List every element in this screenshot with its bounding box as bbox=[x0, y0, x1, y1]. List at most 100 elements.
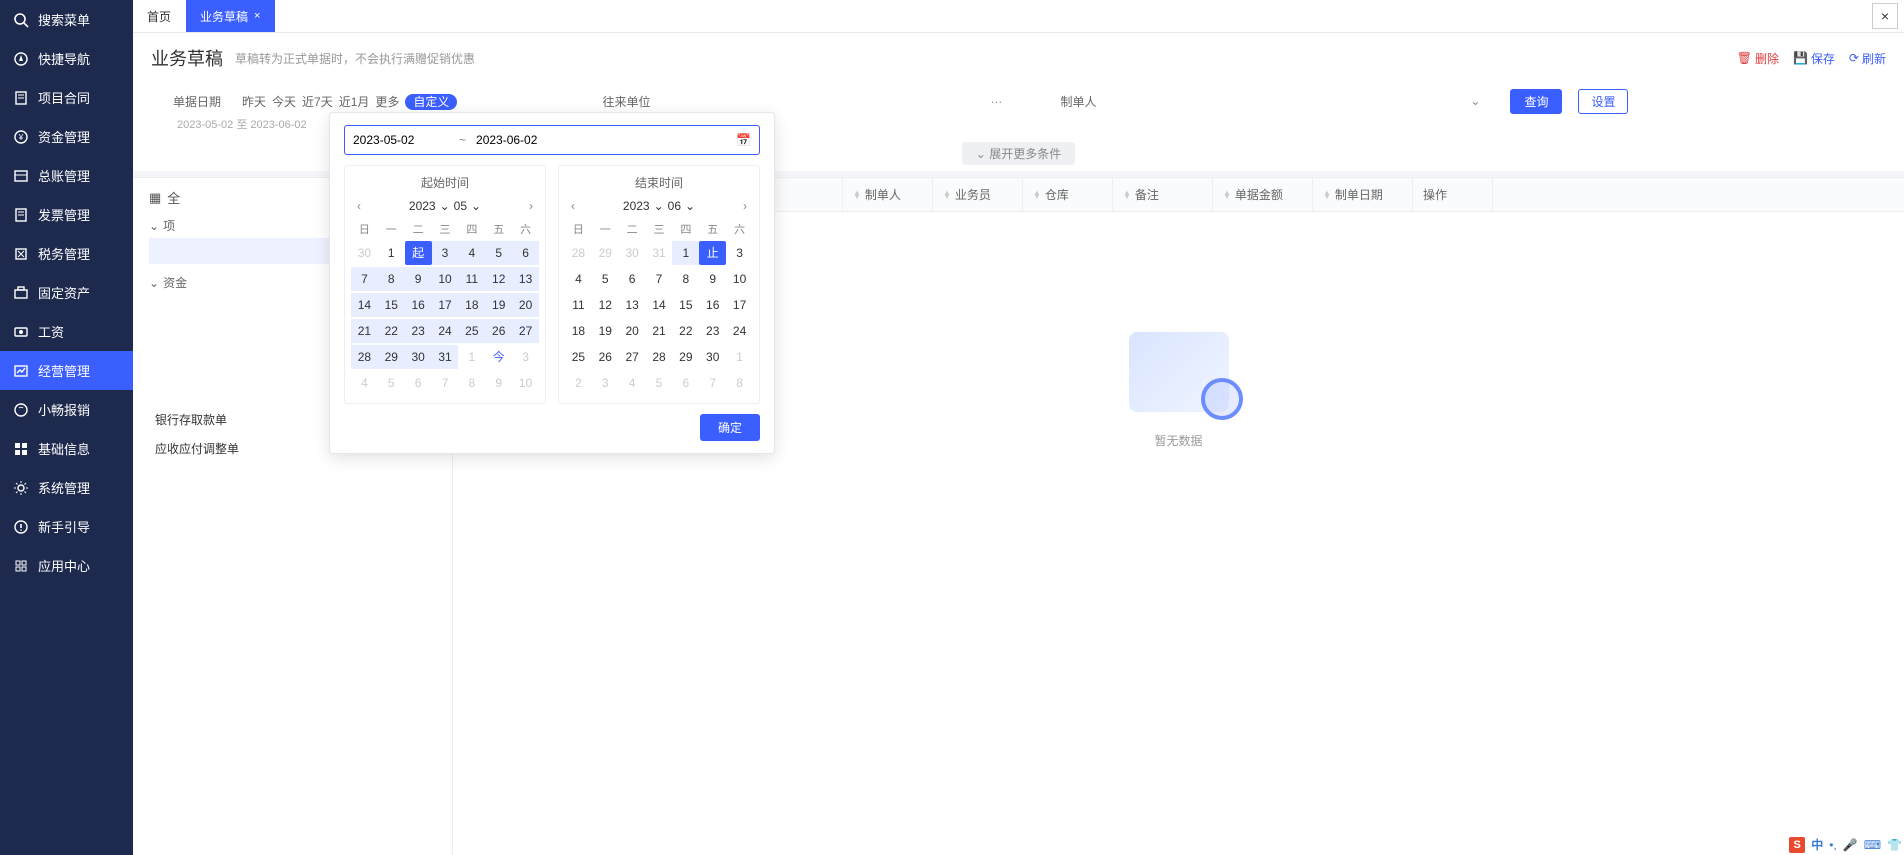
calendar-day[interactable]: 31 bbox=[646, 241, 673, 265]
end-date-input[interactable] bbox=[476, 133, 572, 147]
calendar-day[interactable]: 起 bbox=[405, 241, 432, 265]
calendar-icon[interactable]: 📅 bbox=[736, 133, 751, 147]
delete-action[interactable]: 🗑 删除 bbox=[1737, 50, 1779, 67]
calendar-day[interactable]: 20 bbox=[512, 293, 539, 317]
calendar-day[interactable]: 16 bbox=[699, 293, 726, 317]
date-shortcut[interactable]: 近7天 bbox=[302, 95, 333, 109]
calendar-day[interactable]: 24 bbox=[726, 319, 753, 343]
expand-conditions-button[interactable]: ⌄ 展开更多条件 bbox=[962, 142, 1075, 165]
sidebar-item-guide[interactable]: 新手引导 bbox=[0, 507, 133, 546]
start-date-input[interactable] bbox=[353, 133, 449, 147]
calendar-day[interactable]: 9 bbox=[699, 267, 726, 291]
column-header[interactable]: 操作 bbox=[1413, 178, 1493, 211]
calendar-day[interactable]: 1 bbox=[672, 241, 699, 265]
sidebar-item-ledger[interactable]: 总账管理 bbox=[0, 156, 133, 195]
tab-首页[interactable]: 首页 bbox=[133, 0, 186, 32]
calendar-day[interactable]: 28 bbox=[646, 345, 673, 369]
maker-input[interactable] bbox=[1126, 90, 1456, 113]
calendar-day[interactable]: 27 bbox=[619, 345, 646, 369]
calendar-day[interactable]: 7 bbox=[646, 267, 673, 291]
calendar-day[interactable]: 1 bbox=[726, 345, 753, 369]
sort-icon[interactable]: ▲▼ bbox=[1123, 191, 1131, 199]
maker-dropdown-icon[interactable]: ⌄ bbox=[1470, 94, 1480, 108]
calendar-day[interactable]: 11 bbox=[565, 293, 592, 317]
sidebar-item-info[interactable]: 基础信息 bbox=[0, 429, 133, 468]
query-button[interactable]: 查询 bbox=[1510, 89, 1562, 114]
calendar-day[interactable]: 3 bbox=[432, 241, 459, 265]
partner-picker-icon[interactable]: … bbox=[990, 92, 1002, 106]
column-header[interactable]: ▲▼业务员 bbox=[933, 178, 1023, 211]
calendar-day[interactable]: 18 bbox=[565, 319, 592, 343]
sidebar-item-apps[interactable]: 应用中心 bbox=[0, 546, 133, 585]
calendar-day[interactable]: 8 bbox=[726, 371, 753, 395]
calendar-day[interactable]: 2 bbox=[565, 371, 592, 395]
calendar-day[interactable]: 21 bbox=[646, 319, 673, 343]
calendar-day[interactable]: 19 bbox=[592, 319, 619, 343]
calendar-day[interactable]: 29 bbox=[672, 345, 699, 369]
sidebar-item-asset[interactable]: 固定资产 bbox=[0, 273, 133, 312]
calendar-day[interactable]: 28 bbox=[351, 345, 378, 369]
calendar-day[interactable]: 14 bbox=[646, 293, 673, 317]
calendar-day[interactable]: 5 bbox=[378, 371, 405, 395]
calendar-day[interactable]: 3 bbox=[512, 345, 539, 369]
tab-close-button[interactable]: × bbox=[1872, 3, 1898, 29]
calendar-day[interactable]: 29 bbox=[592, 241, 619, 265]
close-icon[interactable]: × bbox=[254, 10, 260, 22]
calendar-day[interactable]: 4 bbox=[619, 371, 646, 395]
calendar-day[interactable]: 8 bbox=[378, 267, 405, 291]
calendar-day[interactable]: 30 bbox=[351, 241, 378, 265]
calendar-day[interactable]: 13 bbox=[619, 293, 646, 317]
calendar-day[interactable]: 26 bbox=[485, 319, 512, 343]
sidebar-item-contract[interactable]: 项目合同 bbox=[0, 78, 133, 117]
calendar-day[interactable]: 28 bbox=[565, 241, 592, 265]
calendar-day[interactable]: 15 bbox=[672, 293, 699, 317]
calendar-day[interactable]: 10 bbox=[512, 371, 539, 395]
next-month-icon[interactable]: › bbox=[523, 197, 539, 215]
calendar-day[interactable]: 10 bbox=[726, 267, 753, 291]
calendar-day[interactable]: 14 bbox=[351, 293, 378, 317]
sidebar-item-compass[interactable]: 快捷导航 bbox=[0, 39, 133, 78]
calendar-day[interactable]: 9 bbox=[405, 267, 432, 291]
calendar-day[interactable]: 5 bbox=[485, 241, 512, 265]
calendar-day[interactable]: 7 bbox=[432, 371, 459, 395]
calendar-day[interactable]: 21 bbox=[351, 319, 378, 343]
calendar-day[interactable]: 29 bbox=[378, 345, 405, 369]
settings-button[interactable]: 设置 bbox=[1578, 89, 1628, 114]
calendar-day[interactable]: 22 bbox=[378, 319, 405, 343]
calendar-day[interactable]: 15 bbox=[378, 293, 405, 317]
calendar-day[interactable]: 止 bbox=[699, 241, 726, 265]
calendar-day[interactable]: 20 bbox=[619, 319, 646, 343]
calendar-day[interactable]: 6 bbox=[619, 267, 646, 291]
column-header[interactable]: ▲▼制单人 bbox=[843, 178, 933, 211]
date-shortcut[interactable]: 自定义 bbox=[405, 94, 457, 110]
calendar-day[interactable]: 1 bbox=[458, 345, 485, 369]
sidebar-item-money[interactable]: ¥资金管理 bbox=[0, 117, 133, 156]
column-header[interactable]: ▲▼单据金额 bbox=[1213, 178, 1313, 211]
calendar-day[interactable]: 12 bbox=[485, 267, 512, 291]
calendar-day[interactable]: 11 bbox=[458, 267, 485, 291]
calendar-day[interactable]: 27 bbox=[512, 319, 539, 343]
calendar-day[interactable]: 30 bbox=[699, 345, 726, 369]
sidebar-item-salary[interactable]: 工资 bbox=[0, 312, 133, 351]
calendar-day[interactable]: 25 bbox=[458, 319, 485, 343]
column-header[interactable]: ▲▼仓库 bbox=[1023, 178, 1113, 211]
calendar-day[interactable]: 16 bbox=[405, 293, 432, 317]
sort-icon[interactable]: ▲▼ bbox=[943, 191, 951, 199]
date-shortcut[interactable]: 近1月 bbox=[339, 95, 370, 109]
sort-icon[interactable]: ▲▼ bbox=[1033, 191, 1041, 199]
calendar-day[interactable]: 30 bbox=[619, 241, 646, 265]
calendar-day[interactable]: 4 bbox=[458, 241, 485, 265]
calendar-day[interactable]: 10 bbox=[432, 267, 459, 291]
calendar-day[interactable]: 5 bbox=[592, 267, 619, 291]
calendar-day[interactable]: 7 bbox=[351, 267, 378, 291]
calendar-day[interactable]: 26 bbox=[592, 345, 619, 369]
sort-icon[interactable]: ▲▼ bbox=[853, 191, 861, 199]
calendar-day[interactable]: 17 bbox=[432, 293, 459, 317]
calendar-day[interactable]: 25 bbox=[565, 345, 592, 369]
calendar-day[interactable]: 8 bbox=[672, 267, 699, 291]
calendar-day[interactable]: 4 bbox=[565, 267, 592, 291]
sidebar-item-invoice[interactable]: 发票管理 bbox=[0, 195, 133, 234]
sidebar-item-gear[interactable]: 系统管理 bbox=[0, 468, 133, 507]
sidebar-item-business[interactable]: 经营管理 bbox=[0, 351, 133, 390]
calendar-day[interactable]: 30 bbox=[405, 345, 432, 369]
